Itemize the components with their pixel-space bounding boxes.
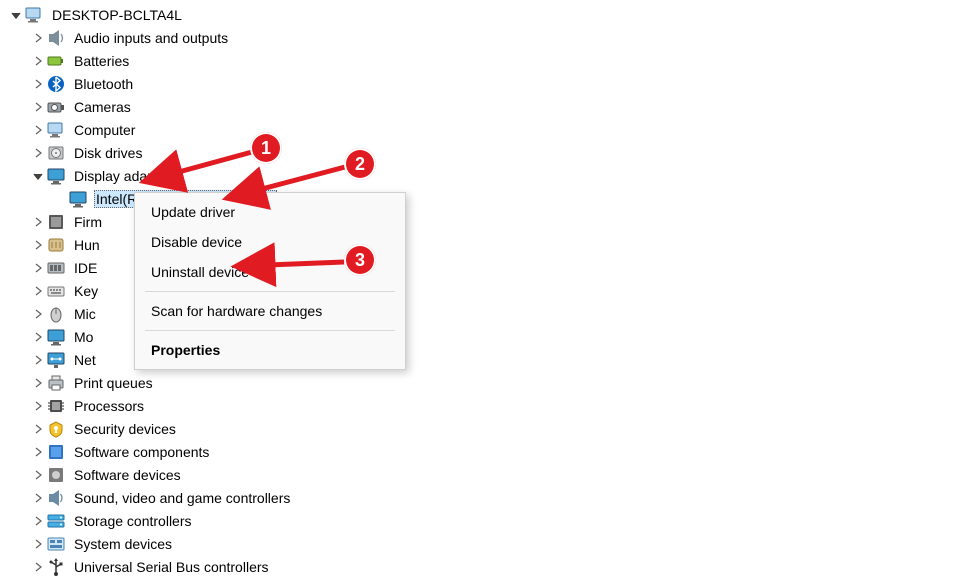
tree-category-row[interactable]: Sound, video and game controllers — [8, 486, 969, 509]
tree-category-row[interactable]: Processors — [8, 394, 969, 417]
chevron-right-icon[interactable] — [30, 538, 46, 550]
tree-category-row[interactable]: Software devices — [8, 463, 969, 486]
tree-category-row[interactable]: Software components — [8, 440, 969, 463]
ide-icon — [46, 258, 66, 278]
context-menu: Update driverDisable deviceUninstall dev… — [134, 192, 406, 370]
menu-item[interactable]: Update driver — [135, 197, 405, 227]
tree-category-label: Audio inputs and outputs — [72, 30, 230, 46]
chevron-right-icon[interactable] — [30, 308, 46, 320]
bluetooth-icon — [46, 74, 66, 94]
firmware-icon — [46, 212, 66, 232]
tree-root-label: DESKTOP-BCLTA4L — [50, 7, 184, 23]
audio-icon — [46, 28, 66, 48]
menu-separator — [145, 291, 395, 292]
tree-category-label: Key — [72, 283, 100, 299]
tree-category-row[interactable]: Print queues — [8, 371, 969, 394]
tree-category-label: Software components — [72, 444, 211, 460]
chevron-right-icon[interactable] — [30, 285, 46, 297]
menu-separator — [145, 330, 395, 331]
printer-icon — [46, 373, 66, 393]
display-icon — [46, 166, 66, 186]
tree-category-row[interactable]: Batteries — [8, 49, 969, 72]
system-icon — [46, 534, 66, 554]
tree-root-row[interactable]: DESKTOP-BCLTA4L — [8, 3, 969, 26]
chevron-right-icon[interactable] — [30, 262, 46, 274]
chevron-right-icon[interactable] — [30, 32, 46, 44]
menu-item[interactable]: Properties — [135, 335, 405, 365]
swdev-icon — [46, 465, 66, 485]
chevron-right-icon[interactable] — [30, 492, 46, 504]
chevron-right-icon[interactable] — [30, 239, 46, 251]
tree-category-label: Computer — [72, 122, 137, 138]
chevron-down-icon[interactable] — [30, 170, 46, 182]
tree-category-label: Firm — [72, 214, 104, 230]
tree-category-row[interactable]: Universal Serial Bus controllers — [8, 555, 969, 578]
tree-category-label: Software devices — [72, 467, 183, 483]
tree-category-label: Display adapters — [72, 168, 180, 184]
security-icon — [46, 419, 66, 439]
chevron-right-icon[interactable] — [30, 331, 46, 343]
tree-category-row[interactable]: Display adapters — [8, 164, 969, 187]
menu-item[interactable]: Uninstall device — [135, 257, 405, 287]
menu-item[interactable]: Scan for hardware changes — [135, 296, 405, 326]
tree-category-label: Print queues — [72, 375, 155, 391]
chevron-right-icon[interactable] — [30, 446, 46, 458]
keyboard-icon — [46, 281, 66, 301]
chevron-right-icon[interactable] — [30, 55, 46, 67]
swcomp-icon — [46, 442, 66, 462]
chevron-right-icon[interactable] — [30, 147, 46, 159]
chevron-down-icon[interactable] — [8, 9, 24, 21]
tree-category-label: Mic — [72, 306, 98, 322]
tree-category-row[interactable]: Disk drives — [8, 141, 969, 164]
usb-icon — [46, 557, 66, 577]
tree-category-label: Storage controllers — [72, 513, 194, 529]
tree-category-label: Security devices — [72, 421, 178, 437]
tree-category-label: Hun — [72, 237, 102, 253]
tree-category-row[interactable]: Audio inputs and outputs — [8, 26, 969, 49]
tree-category-label: System devices — [72, 536, 174, 552]
computer-icon — [24, 5, 44, 25]
chevron-right-icon[interactable] — [30, 124, 46, 136]
tree-category-row[interactable]: Bluetooth — [8, 72, 969, 95]
chevron-right-icon[interactable] — [30, 400, 46, 412]
chevron-right-icon[interactable] — [30, 101, 46, 113]
tree-category-label: Processors — [72, 398, 146, 414]
tree-category-label: Cameras — [72, 99, 133, 115]
storage-icon — [46, 511, 66, 531]
tree-category-row[interactable]: Storage controllers — [8, 509, 969, 532]
chevron-right-icon[interactable] — [30, 561, 46, 573]
tree-category-label: Universal Serial Bus controllers — [72, 559, 271, 575]
computer-icon — [46, 120, 66, 140]
tree-category-row[interactable]: System devices — [8, 532, 969, 555]
menu-item[interactable]: Disable device — [135, 227, 405, 257]
tree-category-row[interactable]: Cameras — [8, 95, 969, 118]
battery-icon — [46, 51, 66, 71]
hid-icon — [46, 235, 66, 255]
cpu-icon — [46, 396, 66, 416]
mouse-icon — [46, 304, 66, 324]
network-icon — [46, 350, 66, 370]
tree-category-label: Net — [72, 352, 98, 368]
tree-category-row[interactable]: Security devices — [8, 417, 969, 440]
display-icon — [68, 189, 88, 209]
chevron-right-icon[interactable] — [30, 469, 46, 481]
tree-category-label: Bluetooth — [72, 76, 135, 92]
chevron-right-icon[interactable] — [30, 423, 46, 435]
chevron-right-icon[interactable] — [30, 78, 46, 90]
tree-category-label: Disk drives — [72, 145, 144, 161]
tree-category-label: Sound, video and game controllers — [72, 490, 292, 506]
tree-category-label: IDE — [72, 260, 99, 276]
disk-icon — [46, 143, 66, 163]
chevron-right-icon[interactable] — [30, 377, 46, 389]
tree-category-label: Batteries — [72, 53, 131, 69]
camera-icon — [46, 97, 66, 117]
tree-category-label: Mo — [72, 329, 95, 345]
chevron-right-icon[interactable] — [30, 354, 46, 366]
chevron-right-icon[interactable] — [30, 515, 46, 527]
display-icon — [46, 327, 66, 347]
chevron-right-icon[interactable] — [30, 216, 46, 228]
sound-icon — [46, 488, 66, 508]
tree-category-row[interactable]: Computer — [8, 118, 969, 141]
